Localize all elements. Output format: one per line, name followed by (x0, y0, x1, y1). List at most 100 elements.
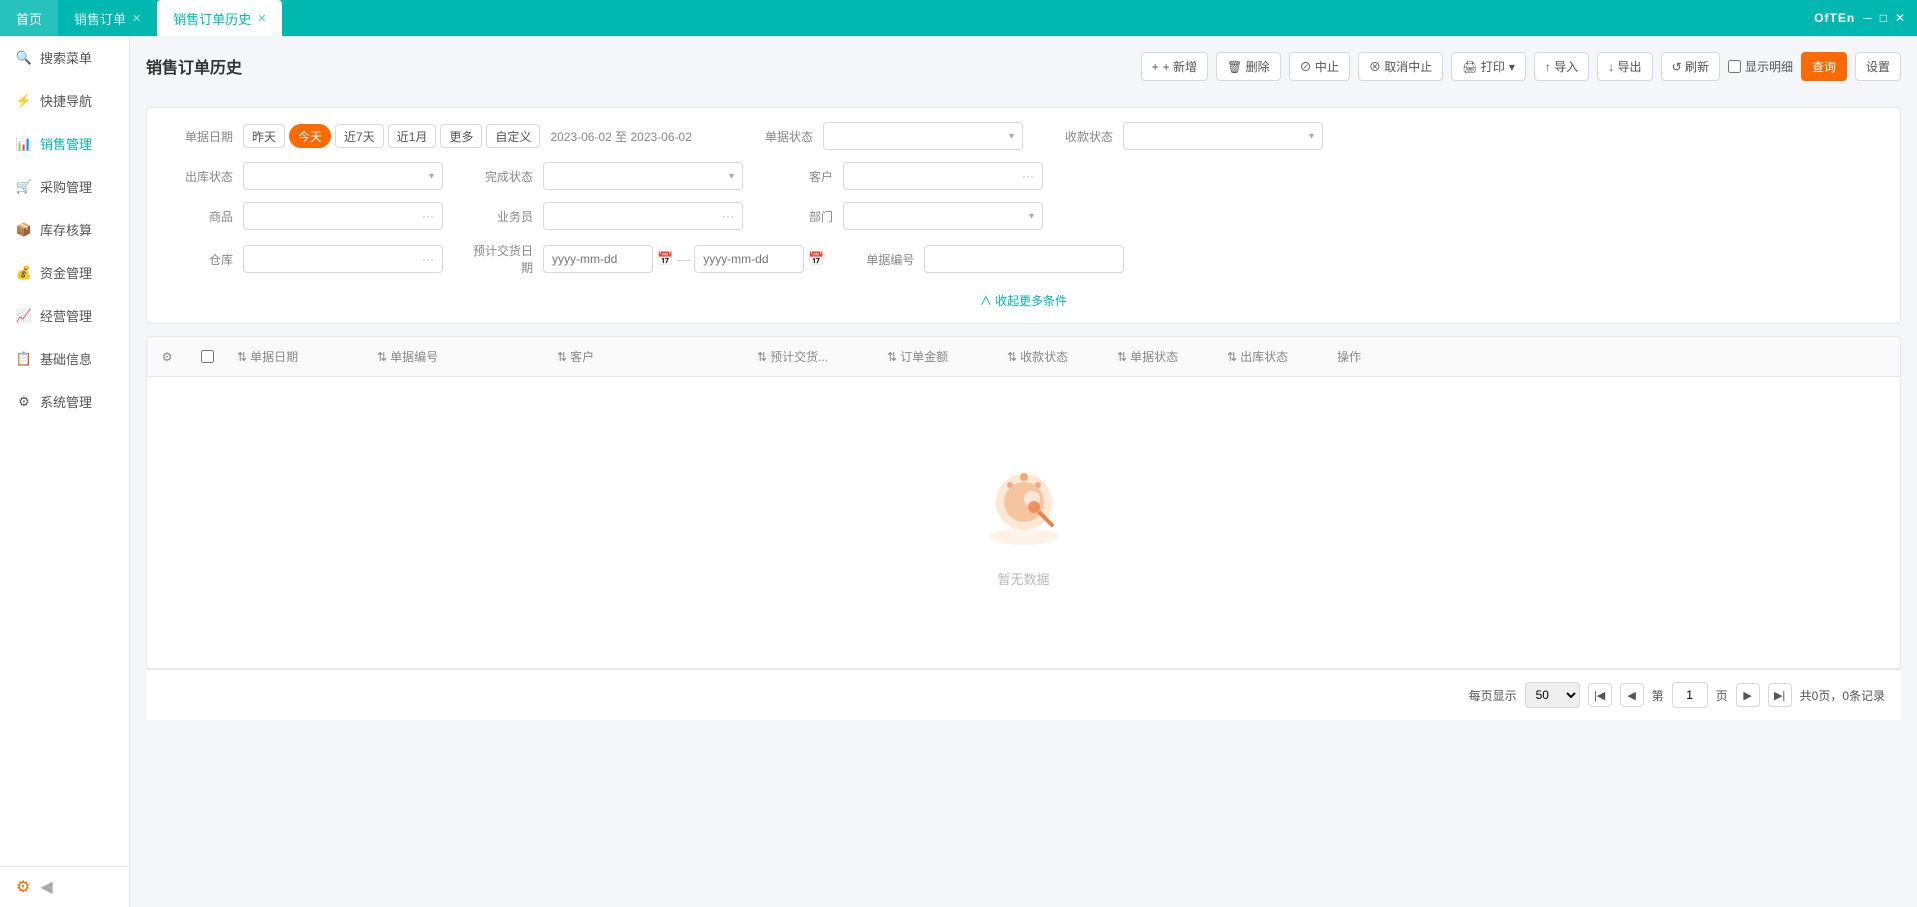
sidebar-item-finance[interactable]: 💰 资金管理 (0, 251, 129, 294)
date-btn-custom[interactable]: 自定义 (486, 124, 540, 148)
table-settings-col[interactable]: ⚙ (147, 342, 187, 372)
sidebar-item-sales[interactable]: 📊 销售管理 (0, 122, 129, 165)
next-page-btn[interactable]: ▶ (1736, 683, 1760, 707)
sidebar-item-search[interactable]: 🔍 搜索菜单 (0, 36, 129, 79)
table-check-col[interactable] (187, 342, 227, 371)
date-btn-today[interactable]: 今天 (289, 124, 331, 148)
product-dots-icon[interactable]: ··· (422, 209, 434, 223)
print-button[interactable]: 🖨 打印 ▾ (1451, 52, 1526, 81)
last-page-btn[interactable]: ▶| (1768, 683, 1792, 707)
filter-row-1: 单据日期 昨天 今天 近7天 近1月 更多 自定义 2023-06-02 至 2… (163, 122, 1884, 150)
complete-status-label: 完成状态 (463, 168, 543, 185)
basic-icon: 📋 (16, 351, 32, 367)
empty-illustration (974, 457, 1074, 557)
warehouse-select[interactable]: ··· (243, 245, 443, 273)
show-detail-checkbox[interactable] (1728, 60, 1741, 73)
empty-text: 暂无数据 (997, 569, 1049, 588)
tab-sales-order[interactable]: 销售订单 ✕ (58, 0, 157, 36)
sort-icon-amount[interactable]: ⇅ (887, 350, 897, 364)
prev-page-btn[interactable]: ◀ (1620, 683, 1644, 707)
select-all-checkbox[interactable] (201, 350, 214, 363)
filter-panel: 单据日期 昨天 今天 近7天 近1月 更多 自定义 2023-06-02 至 2… (146, 107, 1901, 324)
sort-icon-date[interactable]: ⇅ (237, 350, 247, 364)
date-btn-7days[interactable]: 近7天 (335, 124, 384, 148)
page-suffix: 页 (1716, 687, 1728, 704)
sidebar-settings-icon[interactable]: ⚙ (16, 877, 30, 897)
tab-sales-order-close[interactable]: ✕ (132, 12, 141, 25)
out-status-select[interactable]: ▾ (243, 162, 443, 190)
table-gear-icon[interactable]: ⚙ (162, 350, 173, 364)
sort-icon-status[interactable]: ⇅ (1117, 350, 1127, 364)
customer-dots-icon[interactable]: ··· (1022, 169, 1034, 183)
collapse-bar[interactable]: ∧ 收起更多条件 (163, 288, 1884, 309)
delivery-date-start[interactable] (543, 245, 653, 273)
sidebar-item-operations[interactable]: 📈 经营管理 (0, 294, 129, 337)
import-button[interactable]: ↑ 导入 (1534, 52, 1589, 81)
product-select[interactable]: ··· (243, 202, 443, 230)
stop-button[interactable]: ⊘ 中止 (1289, 52, 1350, 81)
add-button[interactable]: + + 新增 (1141, 52, 1208, 81)
bill-status-label: 单据状态 (743, 128, 823, 145)
salesperson-dots-icon[interactable]: ··· (722, 209, 734, 223)
tab-home[interactable]: 首页 (0, 0, 58, 36)
calendar-start-icon[interactable]: 📅 (657, 251, 673, 267)
customer-select[interactable]: ··· (843, 162, 1043, 190)
export-button[interactable]: ↓ 导出 (1597, 52, 1652, 81)
date-separator: — (677, 252, 690, 267)
sidebar-item-system[interactable]: ⚙ 系统管理 (0, 380, 129, 423)
first-page-btn[interactable]: |◀ (1588, 683, 1612, 707)
date-btn-more[interactable]: 更多 (440, 124, 482, 148)
complete-status-arrow-icon: ▾ (729, 171, 734, 182)
date-btn-1month[interactable]: 近1月 (388, 124, 437, 148)
sidebar-item-finance-label: 资金管理 (40, 263, 92, 282)
add-label: + 新增 (1163, 58, 1197, 75)
window-max-btn[interactable]: □ (1880, 11, 1887, 25)
window-min-btn[interactable]: ─ (1863, 11, 1872, 25)
data-table: ⚙ ⇅ 单据日期 ⇅ 单据编号 ⇅ 客户 ⇅ (146, 336, 1901, 669)
sidebar-item-basic[interactable]: 📋 基础信息 (0, 337, 129, 380)
per-page-select[interactable]: 50 10 20 100 (1525, 682, 1580, 708)
query-button[interactable]: 查询 (1801, 52, 1847, 81)
complete-status-select[interactable]: ▾ (543, 162, 743, 190)
sort-icon-customer[interactable]: ⇅ (557, 350, 567, 364)
date-btn-yesterday[interactable]: 昨天 (243, 124, 285, 148)
system-icon: ⚙ (16, 394, 32, 410)
col-header-customer: ⇅ 客户 (547, 340, 747, 373)
bill-status-select[interactable]: ▾ (823, 122, 1023, 150)
setting-button[interactable]: 设置 (1855, 52, 1901, 81)
page-title: 销售订单历史 (146, 54, 242, 78)
sort-icon-delivery[interactable]: ⇅ (757, 350, 767, 364)
sidebar-item-purchase[interactable]: 🛒 采购管理 (0, 165, 129, 208)
salesperson-select[interactable]: ··· (543, 202, 743, 230)
print-arrow-icon: ▾ (1509, 60, 1515, 74)
sidebar-item-search-label: 搜索菜单 (40, 48, 92, 67)
sidebar-collapse-icon[interactable]: ◀ (40, 877, 52, 897)
bill-number-input[interactable] (924, 245, 1124, 273)
delete-button[interactable]: 🗑 删除 (1216, 52, 1281, 81)
show-detail-checkbox-wrap[interactable]: 显示明细 (1728, 58, 1793, 75)
sidebar-item-shortcuts[interactable]: ⚡ 快捷导航 (0, 79, 129, 122)
payment-status-select[interactable]: ▾ (1123, 122, 1323, 150)
date-range-text: 2023-06-02 至 2023-06-02 (550, 128, 691, 145)
dept-select[interactable]: ▾ (843, 202, 1043, 230)
tab-sales-history[interactable]: 销售订单历史 ✕ (157, 0, 282, 36)
operations-icon: 📈 (16, 308, 32, 324)
window-close-btn[interactable]: ✕ (1895, 11, 1905, 25)
sort-icon-pay[interactable]: ⇅ (1007, 350, 1017, 364)
cancel-stop-button[interactable]: ⊗ 取消中止 (1358, 52, 1443, 81)
page-label: 第 (1652, 687, 1664, 704)
sort-icon-out[interactable]: ⇅ (1227, 350, 1237, 364)
calendar-end-icon[interactable]: 📅 (808, 251, 824, 267)
pagination: 每页显示 50 10 20 100 |◀ ◀ 第 页 ▶ ▶| 共0页，0条记录 (146, 669, 1901, 720)
sidebar-item-operations-label: 经营管理 (40, 306, 92, 325)
delivery-date-end[interactable] (694, 245, 804, 273)
warehouse-dots-icon[interactable]: ··· (422, 252, 434, 266)
tab-sales-history-close[interactable]: ✕ (257, 12, 266, 25)
delivery-date-label: 预计交货日期 (463, 242, 543, 276)
warehouse-label: 仓库 (163, 251, 243, 268)
refresh-button[interactable]: ↺ 刷新 (1661, 52, 1720, 81)
page-input[interactable] (1672, 682, 1708, 708)
sort-icon-number[interactable]: ⇅ (377, 350, 387, 364)
sidebar-item-inventory[interactable]: 📦 库存核算 (0, 208, 129, 251)
col-header-out-status: ⇅ 出库状态 (1217, 340, 1327, 373)
